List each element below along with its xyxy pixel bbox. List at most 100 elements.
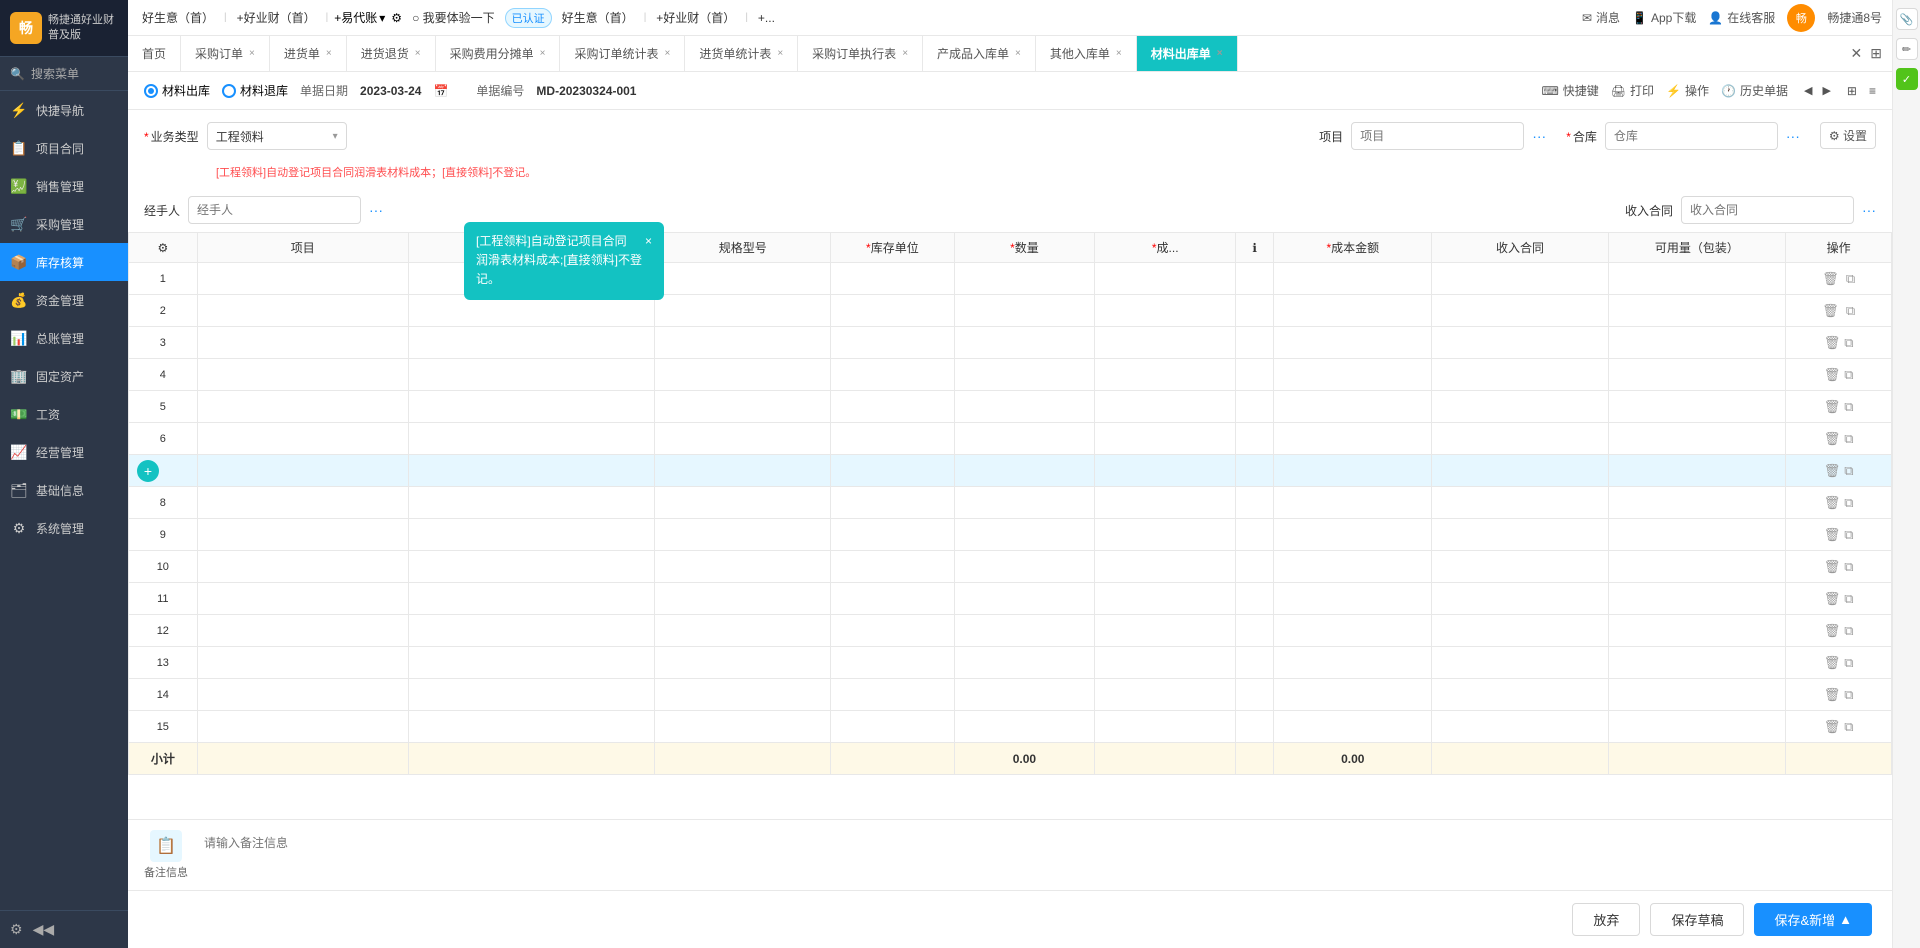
row-6-delete-btn[interactable]: 🗑 [1822,429,1843,449]
sidebar-item-operations[interactable]: 📈 经营管理 [0,433,128,471]
tab-close-purchase-order[interactable]: × [249,48,255,59]
topbar-good-biz[interactable]: 好生意（首） [138,9,218,26]
row-10-copy-btn[interactable]: ⧉ [1842,557,1855,577]
tab-finished-goods[interactable]: 产成品入库单× [923,36,1036,72]
tab-other-receipt[interactable]: 其他入库单× [1036,36,1137,72]
tab-goods-return[interactable]: 进货退货× [347,36,436,72]
sidebar-item-basic-info[interactable]: 🗂 基础信息 [0,471,128,509]
tab-goods-receipt[interactable]: 进货单× [270,36,347,72]
topbar-good-finance2[interactable]: +好业财（首） [652,9,739,26]
add-row-material-input[interactable] [417,464,646,478]
row-2-cost-amount[interactable] [1274,295,1432,327]
tab-home[interactable]: 首页 [128,36,181,72]
topbar-easy-account[interactable]: +易代账 ▾ [334,9,385,26]
tab-close-purchase-stat[interactable]: × [664,48,670,59]
sidebar-item-accounting[interactable]: 📊 总账管理 [0,319,128,357]
right-panel-edit-icon[interactable]: ✏ [1896,38,1918,60]
user-name[interactable]: 畅捷通8号 [1827,9,1882,26]
tab-purchase-fee[interactable]: 采购费用分摊单× [436,36,561,72]
row-5-copy-btn[interactable]: ⧉ [1842,397,1855,417]
income-contract-input[interactable] [1681,196,1854,224]
sidebar-item-project[interactable]: 📋 项目合同 [0,129,128,167]
row-2-unit[interactable] [831,295,954,327]
row-2-cost-price[interactable] [1095,295,1236,327]
row-15-copy-btn[interactable]: ⧉ [1842,717,1855,737]
row-8-delete-btn[interactable]: 🗑 [1822,493,1843,513]
project-input[interactable] [1351,122,1524,150]
column-settings-icon[interactable]: ⚙ [157,241,168,255]
row-14-delete-btn[interactable]: 🗑 [1822,685,1843,705]
row-1-qty[interactable] [954,263,1095,295]
row-11-copy-btn[interactable]: ⧉ [1842,589,1855,609]
row-2-qty[interactable] [954,295,1095,327]
tab-purchase-stat[interactable]: 采购订单统计表× [560,36,685,72]
sidebar-item-finance[interactable]: 💰 资金管理 [0,281,128,319]
handler-input[interactable] [188,196,361,224]
row-1-project[interactable] [197,263,408,295]
list-view-icon[interactable]: ≡ [1869,84,1876,98]
save-new-button[interactable]: 保存&新增 ▲ [1754,903,1872,936]
row-1-cost-price[interactable] [1095,263,1236,295]
topbar-app-download[interactable]: 📱 App下载 [1632,9,1696,26]
prev-arrow[interactable]: ◀ [1800,83,1816,98]
row-1-spec[interactable] [655,263,831,295]
tab-close-purchase-exec[interactable]: × [902,48,908,59]
sidebar-item-quick-nav[interactable]: ⚡ 快捷导航 [0,91,128,129]
topbar-good-finance[interactable]: +好业财（首） [233,9,320,26]
topbar-service[interactable]: 👤 在线客服 [1708,9,1775,26]
print-btn[interactable]: 🖨 打印 [1611,82,1654,99]
row-4-copy-btn[interactable]: ⧉ [1842,365,1855,385]
row-add-copy-btn[interactable]: ⧉ [1842,461,1855,481]
user-avatar[interactable]: 畅 [1787,4,1815,32]
business-type-select[interactable]: 工程领料 ▾ [207,122,347,150]
right-panel-check-icon[interactable]: ✓ [1896,68,1918,90]
row-10-delete-btn[interactable]: 🗑 [1822,557,1843,577]
topbar-message[interactable]: ✉ 消息 [1582,9,1620,26]
row-2-delete-btn[interactable]: 🗑 [1820,301,1841,321]
tab-close-material-issue[interactable]: × [1217,48,1223,59]
tab-material-issue[interactable]: 材料出库单× [1137,36,1238,72]
th-settings[interactable]: ⚙ [129,233,198,263]
sidebar-item-payroll[interactable]: 💵 工资 [0,395,128,433]
tab-purchase-exec[interactable]: 采购订单执行表× [798,36,923,72]
tab-close-goods-stat[interactable]: × [777,48,783,59]
row-13-copy-btn[interactable]: ⧉ [1842,653,1855,673]
next-arrow[interactable]: ▶ [1818,83,1834,98]
collapse-icon[interactable]: ◀◀ [33,921,55,938]
calendar-icon[interactable]: 📅 [433,84,448,98]
row-add-delete-btn[interactable]: 🗑 [1822,461,1843,481]
warehouse-input[interactable] [1605,122,1778,150]
row-13-delete-btn[interactable]: 🗑 [1822,653,1843,673]
radio-material-return[interactable]: 材料退库 [222,82,288,99]
row-9-delete-btn[interactable]: 🗑 [1822,525,1843,545]
topbar-good-biz2[interactable]: 好生意（首） [558,9,638,26]
topbar-settings-icon[interactable]: ⚙ [391,11,402,25]
sidebar-item-inventory[interactable]: 📦 库存核算 [0,243,128,281]
row-2-project[interactable] [197,295,408,327]
sidebar-item-system[interactable]: ⚙ 系统管理 [0,509,128,547]
sidebar-item-purchase[interactable]: 🛒 采购管理 [0,205,128,243]
history-btn[interactable]: 🕐 历史单据 [1721,82,1788,99]
row-1-income-contract[interactable] [1432,263,1608,295]
warehouse-dots[interactable]: ··· [1786,128,1800,144]
row-1-delete-btn[interactable]: 🗑 [1820,269,1841,289]
topbar-more[interactable]: +... [754,11,779,25]
row-8-copy-btn[interactable]: ⧉ [1842,493,1855,513]
sidebar-item-sales[interactable]: 💹 销售管理 [0,167,128,205]
row-14-copy-btn[interactable]: ⧉ [1842,685,1855,705]
row-1-unit[interactable] [831,263,954,295]
row-9-copy-btn[interactable]: ⧉ [1842,525,1855,545]
sidebar-search[interactable]: 🔍 搜索菜单 [0,57,128,91]
sidebar-item-fixed-assets[interactable]: 🏢 固定资产 [0,357,128,395]
date-value[interactable]: 2023-03-24 [360,84,421,98]
tab-close-goods-receipt[interactable]: × [326,48,332,59]
row-1-cost-amount[interactable] [1274,263,1432,295]
row-2-copy-btn[interactable]: ⧉ [1844,301,1857,321]
operations-btn[interactable]: ⚡ 操作 [1666,82,1709,99]
project-dots[interactable]: ··· [1532,128,1546,144]
row-6-copy-btn[interactable]: ⧉ [1842,429,1855,449]
row-2-income-contract[interactable] [1432,295,1608,327]
row-11-delete-btn[interactable]: 🗑 [1822,589,1843,609]
note-input[interactable] [200,830,1876,866]
radio-material-issue[interactable]: 材料出库 [144,82,210,99]
